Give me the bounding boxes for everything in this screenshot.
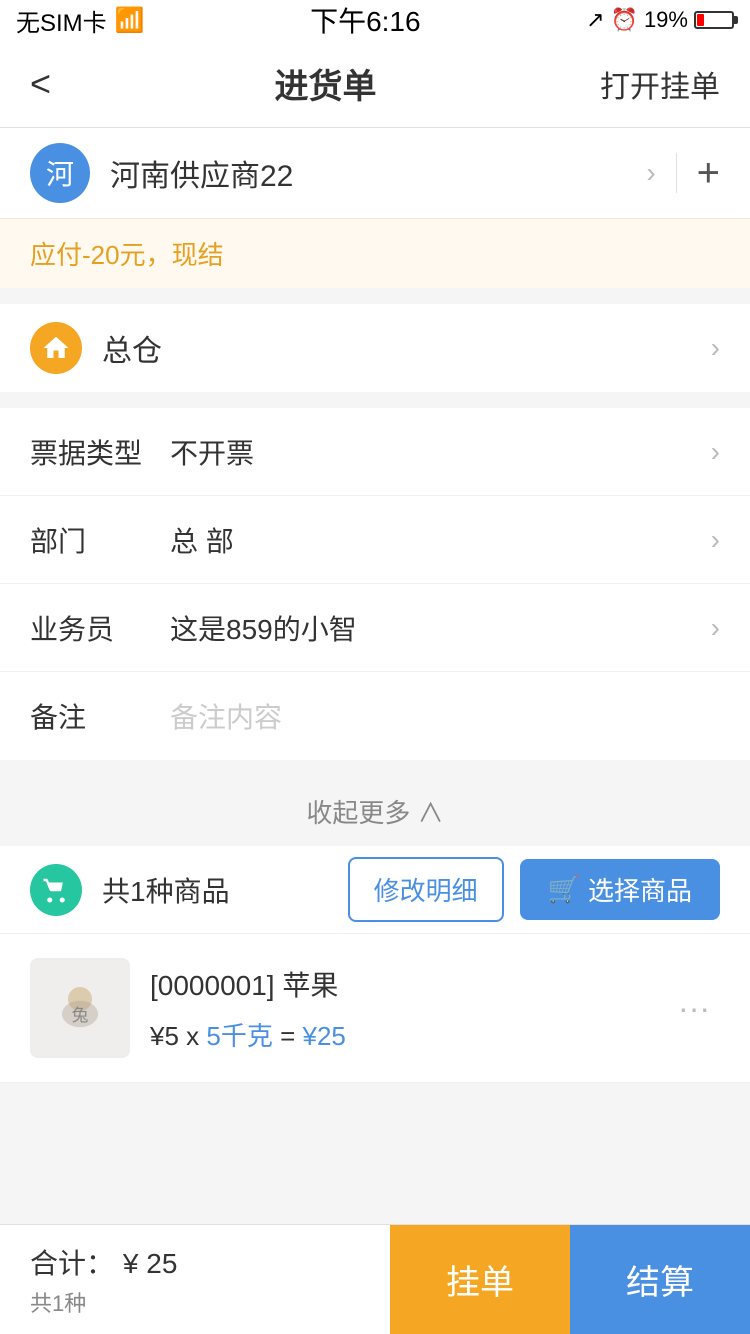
divider bbox=[676, 153, 677, 193]
house-icon bbox=[41, 333, 71, 363]
select-product-button[interactable]: 🛒 选择商品 bbox=[520, 859, 720, 920]
status-left: 无SIM卡 📶 bbox=[16, 3, 145, 38]
page-title: 进货单 bbox=[275, 59, 377, 108]
note-label: 备注 bbox=[30, 696, 170, 736]
price-multiply: x bbox=[186, 1021, 206, 1051]
products-header: 共1种商品 修改明细 🛒 选择商品 bbox=[0, 846, 750, 934]
select-product-label: 选择商品 bbox=[588, 871, 692, 908]
products-icon bbox=[30, 864, 82, 916]
open-hang-button[interactable]: 打开挂单 bbox=[600, 62, 720, 106]
alarm-icon: ⏰ bbox=[611, 7, 638, 33]
product-price: ¥5 x 5千克 = ¥25 bbox=[150, 1016, 668, 1053]
cart-icon bbox=[41, 875, 71, 905]
edit-detail-button[interactable]: 修改明细 bbox=[348, 857, 504, 922]
checkout-button[interactable]: 结算 bbox=[570, 1225, 750, 1334]
nav-bar: < 进货单 打开挂单 bbox=[0, 40, 750, 128]
invoice-type-label: 票据类型 bbox=[30, 432, 170, 472]
department-chevron-icon: › bbox=[711, 524, 720, 556]
total-count: 共1种 bbox=[30, 1286, 360, 1318]
supplier-chevron-icon: › bbox=[646, 157, 655, 189]
supplier-row[interactable]: 河 河南供应商22 › + bbox=[0, 128, 750, 218]
total-section: 合计： ¥ 25 共1种 bbox=[0, 1242, 390, 1318]
product-code: [0000001] bbox=[150, 970, 275, 1001]
time-label: 下午6:16 bbox=[310, 0, 421, 40]
svg-text:兔: 兔 bbox=[72, 1006, 89, 1025]
price-equals: = bbox=[280, 1021, 302, 1051]
back-button[interactable]: < bbox=[30, 63, 51, 105]
supplier-name: 河南供应商22 bbox=[110, 151, 636, 195]
product-more-button[interactable]: ··· bbox=[668, 980, 720, 1037]
note-input[interactable]: 备注内容 bbox=[170, 696, 720, 736]
warehouse-name: 总仓 bbox=[102, 326, 701, 370]
battery-fill bbox=[697, 14, 704, 26]
supplier-avatar: 河 bbox=[30, 143, 90, 203]
total-amount: 合计： ¥ 25 bbox=[30, 1242, 360, 1282]
hang-button[interactable]: 挂单 bbox=[390, 1225, 570, 1334]
warehouse-row[interactable]: 总仓 › bbox=[0, 304, 750, 392]
warehouse-chevron-icon: › bbox=[711, 332, 720, 364]
product-item: 兔 [0000001] 苹果 ¥5 x 5千克 = ¥25 ··· bbox=[0, 934, 750, 1083]
invoice-type-chevron-icon: › bbox=[711, 436, 720, 468]
department-row[interactable]: 部门 总 部 › bbox=[0, 496, 750, 584]
main-content: 河 河南供应商22 › + 应付-20元，现结 总仓 › 票据类型 不开票 › bbox=[0, 128, 750, 1219]
salesman-value: 这是859的小智 bbox=[170, 608, 701, 648]
form-section: 票据类型 不开票 › 部门 总 部 › 业务员 这是859的小智 › 备注 备注… bbox=[0, 408, 750, 760]
products-section: 共1种商品 修改明细 🛒 选择商品 兔 [0000001] 苹果 bbox=[0, 846, 750, 1083]
invoice-type-value: 不开票 bbox=[170, 432, 701, 472]
note-row[interactable]: 备注 备注内容 bbox=[0, 672, 750, 760]
status-right: ↗ ⏰ 19% bbox=[586, 7, 734, 33]
carrier-label: 无SIM卡 bbox=[16, 3, 107, 38]
location-icon: ↗ bbox=[586, 7, 604, 33]
salesman-label: 业务员 bbox=[30, 608, 170, 648]
bottom-bar: 合计： ¥ 25 共1种 挂单 结算 bbox=[0, 1224, 750, 1334]
total-label: 合计： bbox=[30, 1248, 114, 1279]
warehouse-section: 总仓 › bbox=[0, 304, 750, 392]
salesman-row[interactable]: 业务员 这是859的小智 › bbox=[0, 584, 750, 672]
price-value: ¥5 bbox=[150, 1021, 179, 1051]
salesman-chevron-icon: › bbox=[711, 612, 720, 644]
invoice-type-row[interactable]: 票据类型 不开票 › bbox=[0, 408, 750, 496]
product-name: [0000001] 苹果 bbox=[150, 964, 668, 1004]
department-value: 总 部 bbox=[170, 520, 701, 560]
product-title: 苹果 bbox=[282, 970, 338, 1001]
avatar-text: 河 bbox=[46, 153, 74, 193]
battery-indicator bbox=[694, 11, 734, 29]
select-product-icon: 🛒 bbox=[548, 874, 580, 905]
product-info: [0000001] 苹果 ¥5 x 5千克 = ¥25 bbox=[150, 964, 668, 1053]
collapse-button[interactable]: 收起更多 ∧ bbox=[0, 776, 750, 846]
total-value: ¥25 bbox=[303, 1021, 346, 1051]
quantity-value: 5千克 bbox=[206, 1021, 272, 1051]
product-thumbnail: 兔 bbox=[30, 958, 130, 1058]
supplier-section: 河 河南供应商22 › + 应付-20元，现结 bbox=[0, 128, 750, 288]
warehouse-icon bbox=[30, 322, 82, 374]
status-bar: 无SIM卡 📶 下午6:16 ↗ ⏰ 19% bbox=[0, 0, 750, 40]
notice-bar: 应付-20元，现结 bbox=[0, 218, 750, 288]
department-label: 部门 bbox=[30, 520, 170, 560]
product-thumb-image: 兔 bbox=[50, 978, 110, 1038]
add-supplier-button[interactable]: + bbox=[697, 151, 720, 196]
products-count: 共1种商品 bbox=[102, 870, 348, 910]
wifi-icon: 📶 bbox=[115, 6, 145, 35]
battery-percent: 19% bbox=[644, 7, 688, 33]
total-value: ¥ 25 bbox=[123, 1248, 178, 1279]
